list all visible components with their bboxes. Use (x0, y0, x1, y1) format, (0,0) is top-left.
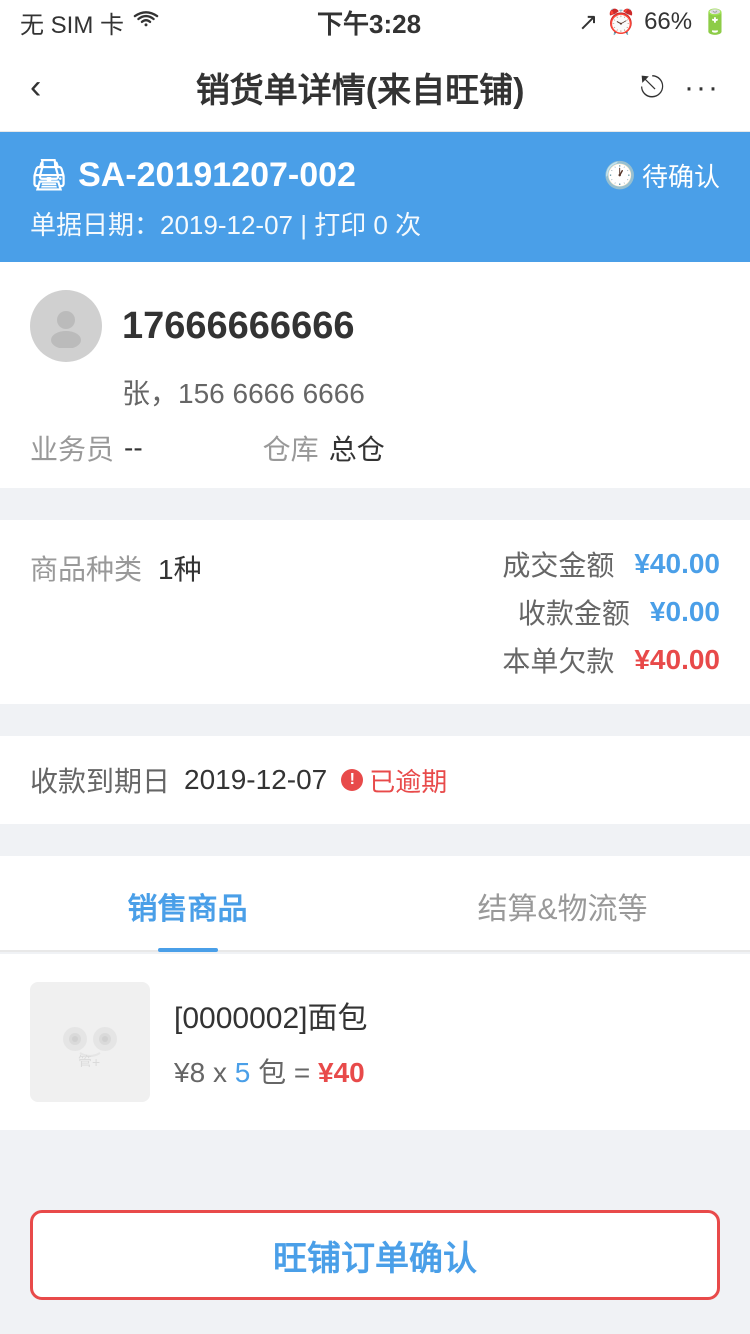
avatar (30, 290, 102, 362)
customer-phone: 17666666666 (122, 305, 354, 348)
svg-text:管+: 管+ (78, 1054, 100, 1067)
salesperson-value: -- (124, 432, 143, 464)
unit-price: ¥8 (174, 1057, 205, 1088)
due-date-value: 2019-12-07 (184, 764, 327, 796)
battery-text: 66% (644, 8, 692, 36)
tabs-section: 销售商品 结算&物流等 (0, 856, 750, 952)
overdue-icon: ! (341, 769, 363, 791)
status-bar: 无 SIM 卡 下午3:28 ↗ ⏰ 66% 🔋 (0, 0, 750, 44)
category-label: 商品种类 (30, 548, 142, 588)
divider-1 (0, 504, 750, 520)
customer-name: 张，156 6666 6666 (122, 372, 720, 412)
summary-section: 商品种类 1种 成交金额 ¥40.00 收款金额 ¥0.00 本单欠款 ¥40.… (0, 520, 750, 704)
nav-bar: ‹ 销货单详情(来自旺铺) ⎋ ··· (0, 44, 750, 132)
battery-icon: 🔋 (700, 8, 730, 37)
overdue-text: 已逾期 (369, 762, 447, 799)
tab-sales-goods-label: 销售商品 (128, 893, 248, 926)
clock-icon: 🕐 (604, 160, 636, 191)
customer-meta: 业务员 -- 仓库 总仓 (30, 428, 720, 468)
customer-section: 17666666666 张，156 6666 6666 业务员 -- 仓库 总仓 (0, 262, 750, 488)
due-label: 本单欠款 (502, 640, 614, 680)
multiply-sign: x (213, 1057, 235, 1088)
overdue-badge: ! 已逾期 (341, 762, 447, 799)
received-label: 收款金额 (518, 592, 630, 632)
order-status: 🕐 待确认 (604, 157, 720, 194)
due-date-label: 收款到期日 (30, 760, 170, 800)
tab-sales-goods[interactable]: 销售商品 (0, 856, 375, 950)
order-icon: 🖨 (30, 158, 68, 193)
product-name: [0000002]面包 (174, 993, 720, 1037)
status-right: ↗ ⏰ 66% 🔋 (578, 8, 730, 37)
warehouse-label: 仓库 (263, 428, 319, 468)
divider-3 (0, 840, 750, 856)
tab-settlement-label: 结算&物流等 (477, 893, 647, 926)
unit: 包 (258, 1057, 286, 1088)
status-left: 无 SIM 卡 (20, 5, 160, 40)
due-section: 收款到期日 2019-12-07 ! 已逾期 (0, 736, 750, 824)
salesperson-label: 业务员 (30, 428, 114, 468)
divider-2 (0, 720, 750, 736)
location-icon: ↗ (578, 8, 598, 37)
status-time: 下午3:28 (317, 4, 421, 41)
category-value: 1种 (158, 548, 202, 588)
received-value: ¥0.00 (650, 596, 720, 628)
bottom-area: 旺铺订单确认 (0, 1190, 750, 1334)
product-item: 管+ [0000002]面包 ¥8 x 5 包 = ¥40 (0, 954, 750, 1130)
tabs-row: 销售商品 结算&物流等 (0, 856, 750, 952)
nav-actions: ⎋ ··· (640, 71, 720, 105)
transaction-label: 成交金额 (502, 544, 614, 584)
back-button[interactable]: ‹ (30, 68, 80, 107)
equals-sign: = (294, 1057, 318, 1088)
tab-settlement[interactable]: 结算&物流等 (375, 856, 750, 950)
page-title: 销货单详情(来自旺铺) (80, 63, 640, 112)
total-price: ¥40 (318, 1057, 365, 1088)
product-info: [0000002]面包 ¥8 x 5 包 = ¥40 (174, 993, 720, 1091)
status-text: 待确认 (642, 157, 720, 194)
order-date: 单据日期：2019-12-07 | 打印 0 次 (30, 205, 720, 242)
wifi-icon (132, 8, 160, 36)
order-header: 🖨 SA-20191207-002 🕐 待确认 单据日期：2019-12-07 … (0, 132, 750, 262)
more-icon[interactable]: ··· (684, 71, 720, 105)
order-id-text: SA-20191207-002 (78, 156, 356, 195)
warehouse-value: 总仓 (329, 428, 385, 468)
qty: 5 (235, 1057, 251, 1088)
alarm-icon: ⏰ (606, 8, 636, 37)
due-value: ¥40.00 (634, 644, 720, 676)
order-id-row: 🖨 SA-20191207-002 (30, 156, 356, 195)
transaction-value: ¥40.00 (634, 548, 720, 580)
product-section: 管+ [0000002]面包 ¥8 x 5 包 = ¥40 (0, 954, 750, 1130)
summary-amounts: 成交金额 ¥40.00 收款金额 ¥0.00 本单欠款 ¥40.00 (502, 544, 720, 680)
share-icon[interactable]: ⎋ (640, 71, 664, 105)
confirm-button[interactable]: 旺铺订单确认 (30, 1210, 720, 1300)
product-price: ¥8 x 5 包 = ¥40 (174, 1051, 720, 1091)
carrier-text: 无 SIM 卡 (20, 5, 124, 40)
product-thumbnail: 管+ (30, 982, 150, 1102)
